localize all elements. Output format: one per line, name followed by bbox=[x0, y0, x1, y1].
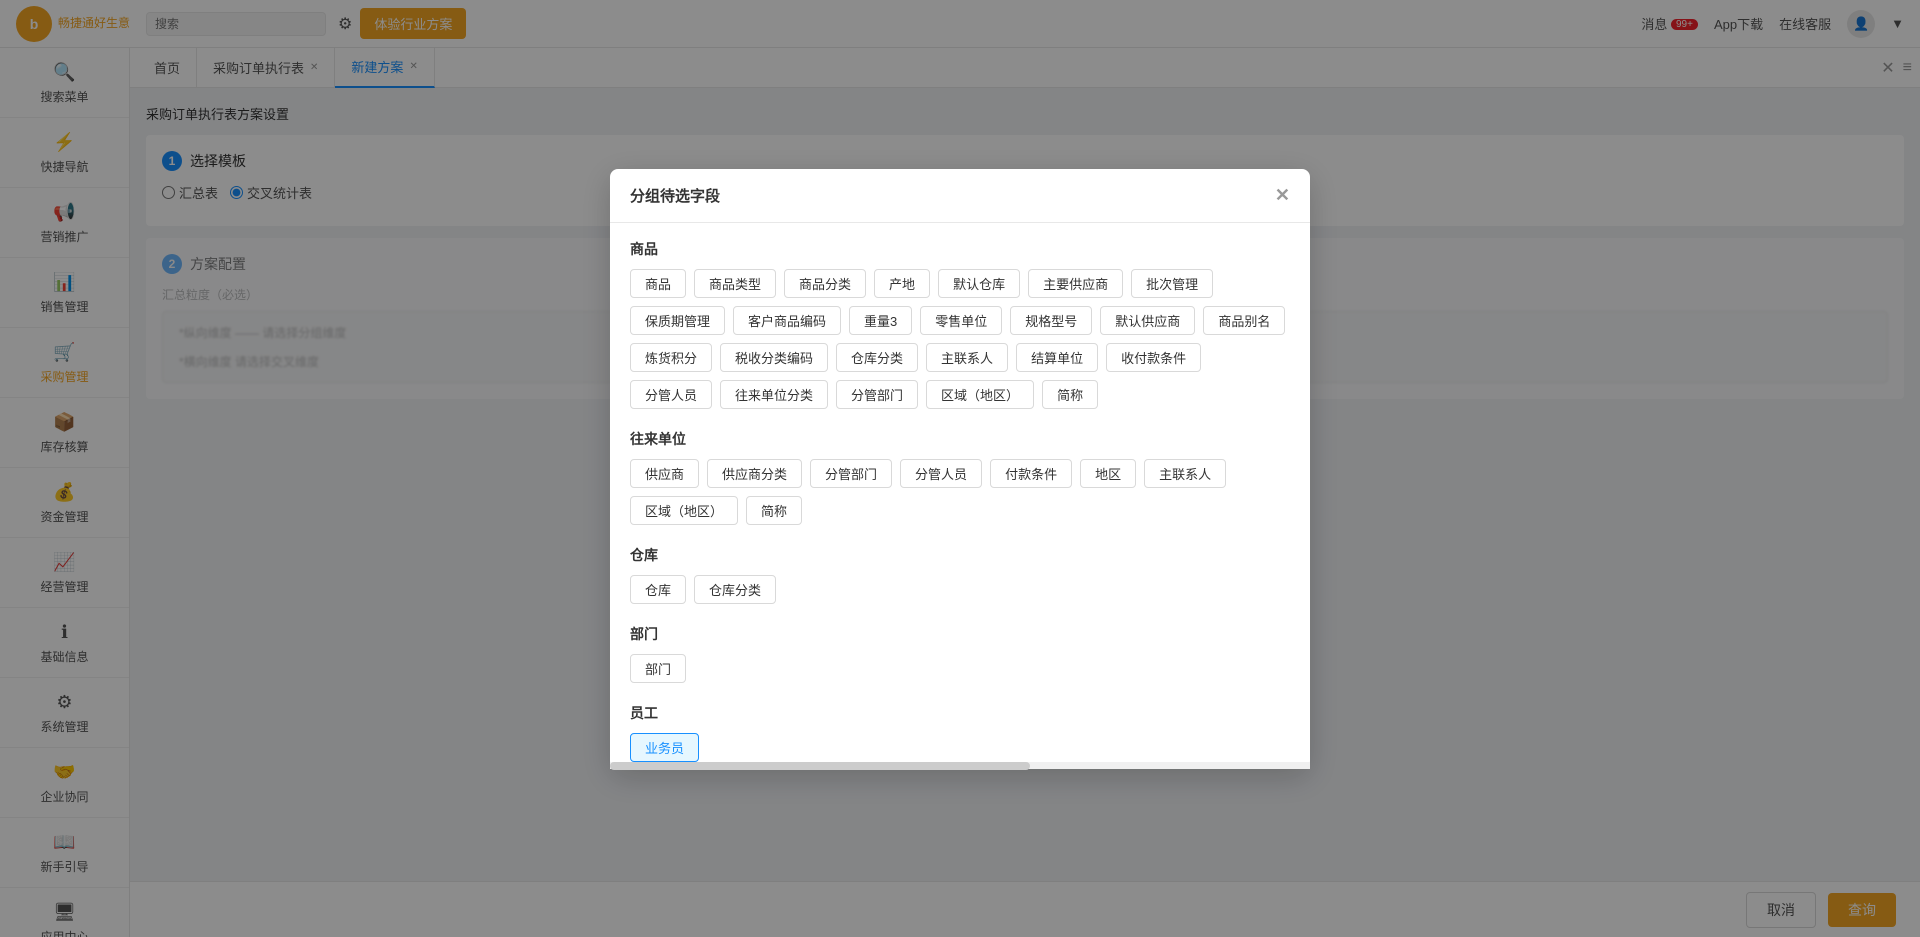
field-tag[interactable]: 付款条件 bbox=[990, 459, 1072, 488]
field-tag[interactable]: 客户商品编码 bbox=[733, 306, 841, 335]
field-tag[interactable]: 分管人员 bbox=[900, 459, 982, 488]
section-warehouse-title: 仓库 bbox=[630, 545, 1290, 565]
section-partner-title: 往来单位 bbox=[630, 429, 1290, 449]
section-employee-title: 员工 bbox=[630, 703, 1290, 723]
dialog-body[interactable]: 商品 商品 商品类型 商品分类 产地 默认仓库 主要供应商 批次管理 保质期管理… bbox=[610, 223, 1310, 763]
field-tag[interactable]: 分管部门 bbox=[836, 380, 918, 409]
field-tag[interactable]: 零售单位 bbox=[920, 306, 1002, 335]
field-tag[interactable]: 仓库分类 bbox=[836, 343, 918, 372]
field-tag[interactable]: 商品 bbox=[630, 269, 686, 298]
section-warehouse: 仓库 仓库 仓库分类 bbox=[630, 545, 1290, 604]
field-tag[interactable]: 保质期管理 bbox=[630, 306, 725, 335]
field-tag[interactable]: 默认供应商 bbox=[1100, 306, 1195, 335]
field-tag[interactable]: 往来单位分类 bbox=[720, 380, 828, 409]
field-tag[interactable]: 炼货积分 bbox=[630, 343, 712, 372]
section-partner: 往来单位 供应商 供应商分类 分管部门 分管人员 付款条件 地区 主联系人 区域… bbox=[630, 429, 1290, 525]
h-scrollbar-thumb bbox=[610, 762, 1030, 770]
section-department: 部门 部门 bbox=[630, 624, 1290, 683]
field-tag[interactable]: 简称 bbox=[746, 496, 802, 525]
field-tag[interactable]: 重量3 bbox=[849, 306, 912, 335]
section-product-tags: 商品 商品类型 商品分类 产地 默认仓库 主要供应商 批次管理 保质期管理 客户… bbox=[630, 269, 1290, 409]
section-employee-tags: 业务员 bbox=[630, 733, 1290, 762]
field-tag[interactable]: 商品分类 bbox=[784, 269, 866, 298]
dialog-h-scrollbar[interactable] bbox=[610, 762, 1310, 768]
field-tag[interactable]: 结算单位 bbox=[1016, 343, 1098, 372]
field-tag[interactable]: 仓库分类 bbox=[694, 575, 776, 604]
field-tag[interactable]: 税收分类编码 bbox=[720, 343, 828, 372]
dialog-overlay: 分组待选字段 ✕ 商品 商品 商品类型 商品分类 产地 默认仓库 主要供应商 批… bbox=[0, 0, 1920, 937]
field-tag[interactable]: 区域（地区） bbox=[926, 380, 1034, 409]
field-tag[interactable]: 主联系人 bbox=[926, 343, 1008, 372]
field-tag[interactable]: 主联系人 bbox=[1144, 459, 1226, 488]
section-product-title: 商品 bbox=[630, 239, 1290, 259]
section-employee: 员工 业务员 bbox=[630, 703, 1290, 762]
section-warehouse-tags: 仓库 仓库分类 bbox=[630, 575, 1290, 604]
field-tag[interactable]: 主要供应商 bbox=[1028, 269, 1123, 298]
section-department-tags: 部门 bbox=[630, 654, 1290, 683]
section-product: 商品 商品 商品类型 商品分类 产地 默认仓库 主要供应商 批次管理 保质期管理… bbox=[630, 239, 1290, 409]
field-tag[interactable]: 商品别名 bbox=[1203, 306, 1285, 335]
field-selection-dialog: 分组待选字段 ✕ 商品 商品 商品类型 商品分类 产地 默认仓库 主要供应商 批… bbox=[610, 169, 1310, 769]
section-department-title: 部门 bbox=[630, 624, 1290, 644]
field-tag-employee[interactable]: 业务员 bbox=[630, 733, 699, 762]
field-tag[interactable]: 收付款条件 bbox=[1106, 343, 1201, 372]
dialog-close-icon[interactable]: ✕ bbox=[1275, 185, 1290, 206]
field-tag[interactable]: 批次管理 bbox=[1131, 269, 1213, 298]
dialog-header: 分组待选字段 ✕ bbox=[610, 169, 1310, 223]
field-tag[interactable]: 商品类型 bbox=[694, 269, 776, 298]
field-tag[interactable]: 简称 bbox=[1042, 380, 1098, 409]
dialog-title: 分组待选字段 bbox=[630, 185, 720, 206]
field-tag[interactable]: 供应商分类 bbox=[707, 459, 802, 488]
field-tag[interactable]: 规格型号 bbox=[1010, 306, 1092, 335]
field-tag[interactable]: 区域（地区） bbox=[630, 496, 738, 525]
field-tag[interactable]: 产地 bbox=[874, 269, 930, 298]
field-tag[interactable]: 地区 bbox=[1080, 459, 1136, 488]
field-tag[interactable]: 默认仓库 bbox=[938, 269, 1020, 298]
field-tag[interactable]: 部门 bbox=[630, 654, 686, 683]
field-tag[interactable]: 分管部门 bbox=[810, 459, 892, 488]
field-tag[interactable]: 仓库 bbox=[630, 575, 686, 604]
section-partner-tags: 供应商 供应商分类 分管部门 分管人员 付款条件 地区 主联系人 区域（地区） … bbox=[630, 459, 1290, 525]
field-tag[interactable]: 供应商 bbox=[630, 459, 699, 488]
field-tag[interactable]: 分管人员 bbox=[630, 380, 712, 409]
